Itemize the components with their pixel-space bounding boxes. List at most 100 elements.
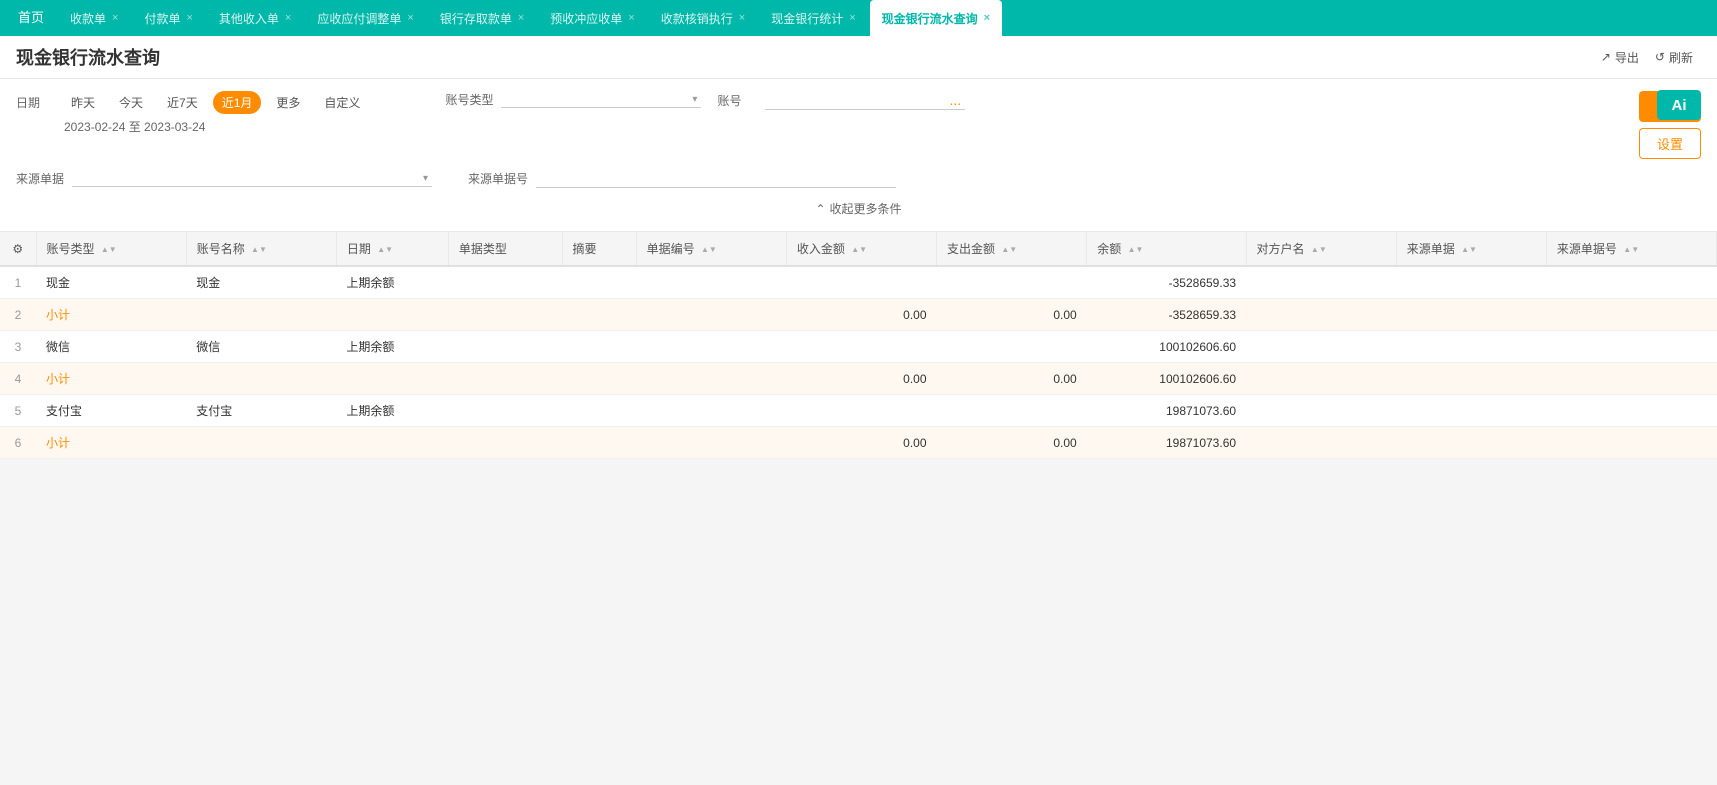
source-doc-label: 来源单据 bbox=[16, 170, 64, 187]
account-more-icon[interactable]: ... bbox=[949, 92, 961, 108]
collapse-bar[interactable]: ⌃ 收起更多条件 bbox=[16, 196, 1701, 219]
source-doc-num-label: 来源单据号 bbox=[468, 170, 528, 187]
sort-icon[interactable]: ▲▼ bbox=[1001, 246, 1017, 254]
table-row[interactable]: 4小计0.000.00100102606.60 bbox=[0, 363, 1717, 395]
table-row[interactable]: 2小计0.000.00-3528659.33 bbox=[0, 299, 1717, 331]
account-type-select[interactable]: ▾ bbox=[501, 92, 701, 108]
source-doc-select[interactable]: ▾ bbox=[72, 171, 432, 187]
ai-badge[interactable]: Ai bbox=[1657, 90, 1701, 120]
account-type-label: 账号类型 bbox=[445, 91, 493, 108]
table-cell: 微信 bbox=[186, 331, 336, 363]
table-row[interactable]: 1现金现金上期余额-3528659.33 bbox=[0, 266, 1717, 299]
table-cell bbox=[1396, 427, 1546, 459]
date-btn-more[interactable]: 更多 bbox=[267, 91, 309, 114]
export-button[interactable]: ↗ 导出 bbox=[1601, 49, 1639, 66]
sort-icon[interactable]: ▲▼ bbox=[101, 246, 117, 254]
table-body: 1现金现金上期余额-3528659.332小计0.000.00-3528659.… bbox=[0, 266, 1717, 459]
table-cell bbox=[336, 363, 448, 395]
nav-tab-yingshouyingfu[interactable]: 应收应付调整单 × bbox=[305, 0, 425, 36]
top-navigation: 首页 收款单 × 付款单 × 其他收入单 × 应收应付调整单 × 银行存取款单 … bbox=[0, 0, 1717, 36]
table-cell: 100102606.60 bbox=[1087, 363, 1246, 395]
table-cell bbox=[1246, 299, 1396, 331]
close-icon[interactable]: × bbox=[628, 12, 634, 24]
table-header-row: ⚙ 账号类型 ▲▼ 账号名称 ▲▼ 日期 ▲▼ 单据类型 摘要 bbox=[0, 232, 1717, 266]
settings-button[interactable]: 设置 bbox=[1639, 128, 1701, 159]
table-cell bbox=[562, 331, 636, 363]
column-expense: 支出金额 ▲▼ bbox=[937, 232, 1087, 266]
nav-tab-fukuan[interactable]: 付款单 × bbox=[132, 0, 204, 36]
table-cell bbox=[937, 331, 1087, 363]
refresh-icon: ↺ bbox=[1655, 50, 1665, 64]
close-icon[interactable]: × bbox=[984, 12, 990, 24]
table-container: ⚙ 账号类型 ▲▼ 账号名称 ▲▼ 日期 ▲▼ 单据类型 摘要 bbox=[0, 232, 1717, 459]
sort-icon[interactable]: ▲▼ bbox=[1128, 246, 1144, 254]
table-row[interactable]: 5支付宝支付宝上期余额19871073.60 bbox=[0, 395, 1717, 427]
source-doc-num-input[interactable] bbox=[536, 169, 891, 187]
column-income: 收入金额 ▲▼ bbox=[786, 232, 936, 266]
close-icon[interactable]: × bbox=[849, 12, 855, 24]
export-icon: ↗ bbox=[1601, 50, 1611, 64]
table-cell bbox=[1246, 427, 1396, 459]
nav-tab-xianjinyinhang-tongji[interactable]: 现金银行统计 × bbox=[759, 0, 867, 36]
refresh-button[interactable]: ↺ 刷新 bbox=[1655, 49, 1693, 66]
sort-icon[interactable]: ▲▼ bbox=[377, 246, 393, 254]
close-icon[interactable]: × bbox=[739, 12, 745, 24]
table-row[interactable]: 3微信微信上期余额100102606.60 bbox=[0, 331, 1717, 363]
table-cell: -3528659.33 bbox=[1087, 266, 1246, 299]
sort-icon[interactable]: ▲▼ bbox=[251, 246, 267, 254]
nav-tab-yinxingcunqu[interactable]: 银行存取款单 × bbox=[428, 0, 536, 36]
date-btn-today[interactable]: 今天 bbox=[110, 91, 152, 114]
table-cell: 19871073.60 bbox=[1087, 427, 1246, 459]
table-cell: 3 bbox=[0, 331, 36, 363]
date-btn-7days[interactable]: 近7天 bbox=[158, 91, 207, 114]
table-cell: 微信 bbox=[36, 331, 186, 363]
table-cell: 小计 bbox=[36, 363, 186, 395]
close-icon[interactable]: × bbox=[186, 12, 192, 24]
table-cell: 2 bbox=[0, 299, 36, 331]
table-cell: 19871073.60 bbox=[1087, 395, 1246, 427]
table-cell bbox=[636, 395, 786, 427]
table-cell bbox=[786, 266, 936, 299]
column-account-type: 账号类型 ▲▼ bbox=[36, 232, 186, 266]
nav-tab-shoukuanxiaoxiao[interactable]: 收款核销执行 × bbox=[649, 0, 757, 36]
nav-tab-yushou[interactable]: 预收冲应收单 × bbox=[538, 0, 646, 36]
nav-tab-xianjinyinhang-liushui[interactable]: 现金银行流水查询 × bbox=[870, 0, 1002, 36]
date-btn-custom[interactable]: 自定义 bbox=[315, 91, 369, 114]
sort-icon[interactable]: ▲▼ bbox=[1623, 246, 1639, 254]
date-btn-yesterday[interactable]: 昨天 bbox=[62, 91, 104, 114]
column-gear[interactable]: ⚙ bbox=[0, 232, 36, 266]
sort-icon[interactable]: ▲▼ bbox=[851, 246, 867, 254]
account-input[interactable] bbox=[765, 91, 945, 109]
account-label: 账号 bbox=[717, 92, 757, 109]
table-cell: 1 bbox=[0, 266, 36, 299]
sort-icon[interactable]: ▲▼ bbox=[1461, 246, 1477, 254]
table-cell: 0.00 bbox=[786, 427, 936, 459]
column-doc-number: 单据编号 ▲▼ bbox=[636, 232, 786, 266]
table-row[interactable]: 6小计0.000.0019871073.60 bbox=[0, 427, 1717, 459]
table-cell: 4 bbox=[0, 363, 36, 395]
nav-home[interactable]: 首页 bbox=[4, 0, 58, 36]
table-cell bbox=[1396, 363, 1546, 395]
table-cell bbox=[1396, 299, 1546, 331]
close-icon[interactable]: × bbox=[407, 12, 413, 24]
close-icon[interactable]: × bbox=[112, 12, 118, 24]
date-btn-1month[interactable]: 近1月 bbox=[213, 91, 262, 114]
header-actions: ↗ 导出 ↺ 刷新 bbox=[1601, 49, 1701, 66]
close-icon[interactable]: × bbox=[518, 12, 524, 24]
table-cell: 0.00 bbox=[937, 427, 1087, 459]
table-cell bbox=[937, 266, 1087, 299]
page-title: 现金银行流水查询 bbox=[16, 44, 160, 70]
sort-icon[interactable]: ▲▼ bbox=[1311, 246, 1327, 254]
table-cell: -3528659.33 bbox=[1087, 299, 1246, 331]
nav-tab-shoukuan[interactable]: 收款单 × bbox=[58, 0, 130, 36]
table-cell bbox=[1246, 395, 1396, 427]
table-cell bbox=[1546, 363, 1716, 395]
nav-tab-qitashouru[interactable]: 其他收入单 × bbox=[207, 0, 303, 36]
close-icon[interactable]: × bbox=[285, 12, 291, 24]
sort-icon[interactable]: ▲▼ bbox=[701, 246, 717, 254]
data-table: ⚙ 账号类型 ▲▼ 账号名称 ▲▼ 日期 ▲▼ 单据类型 摘要 bbox=[0, 232, 1717, 459]
table-cell bbox=[1246, 331, 1396, 363]
page-header: 现金银行流水查询 ↗ 导出 ↺ 刷新 bbox=[0, 36, 1717, 79]
column-summary: 摘要 bbox=[562, 232, 636, 266]
table-cell bbox=[186, 299, 336, 331]
